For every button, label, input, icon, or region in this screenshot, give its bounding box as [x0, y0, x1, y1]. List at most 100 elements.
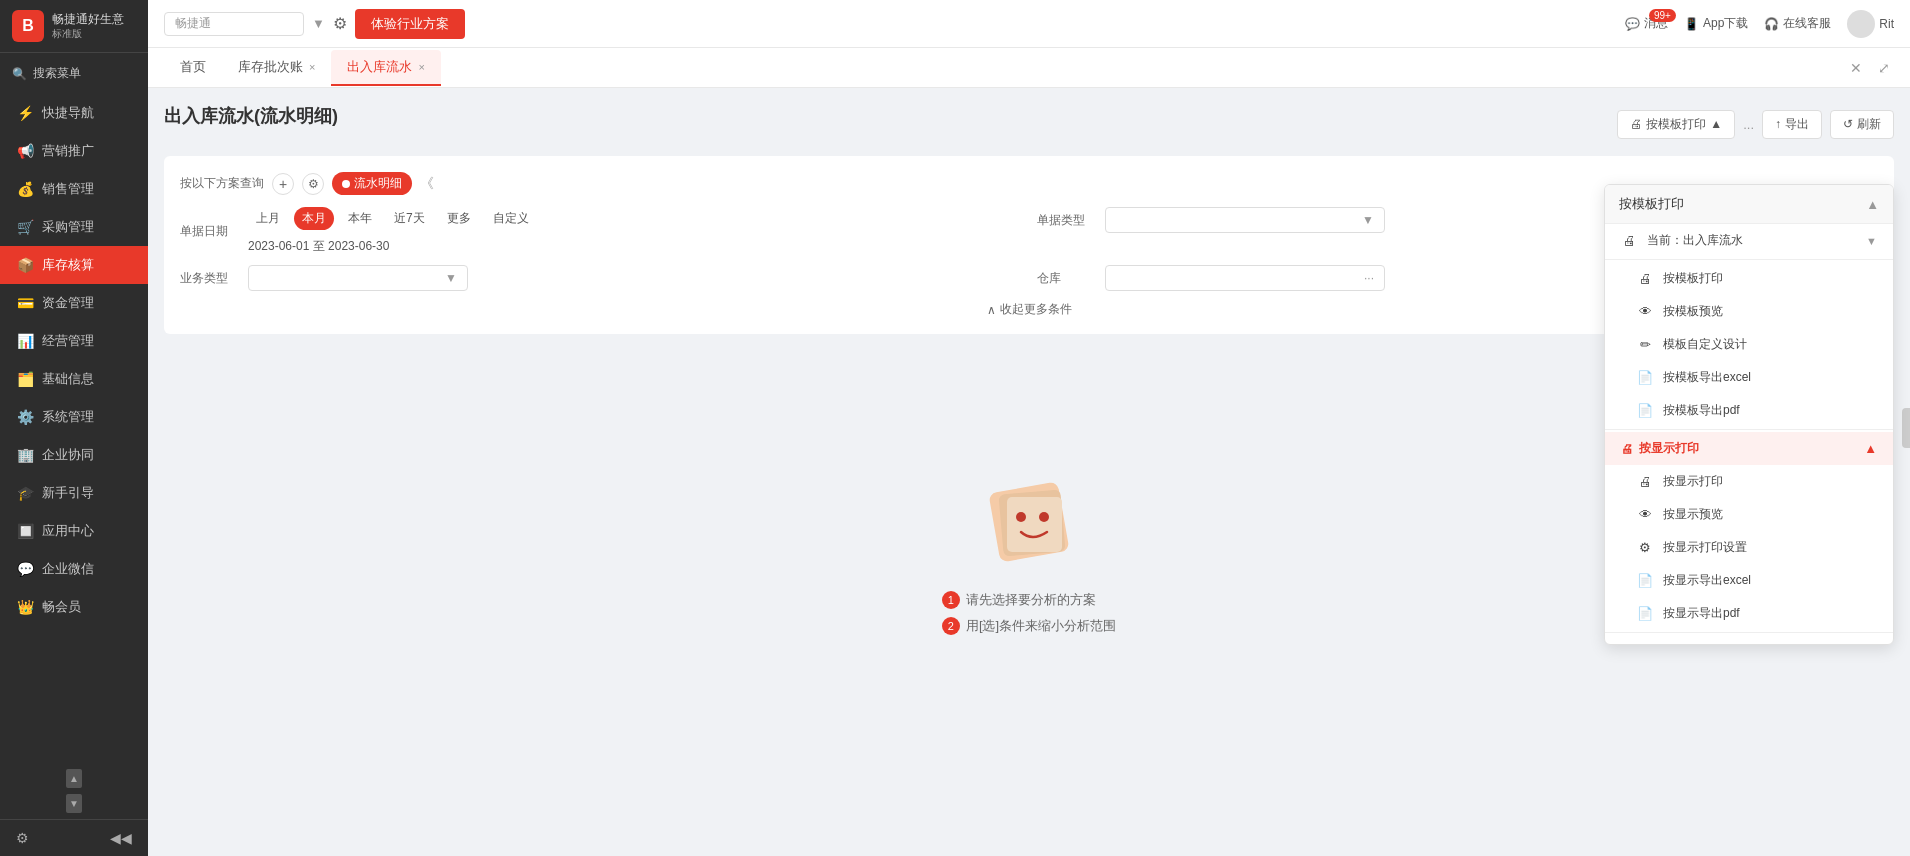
business-type-label: 业务类型: [180, 270, 240, 287]
resize-handle[interactable]: [1902, 408, 1910, 448]
filter-collapse-button[interactable]: 《: [420, 175, 434, 193]
business-type-field: 业务类型 ▼: [180, 265, 1021, 291]
warehouse-select[interactable]: ···: [1105, 265, 1385, 291]
sidebar-search-area[interactable]: 🔍 搜索菜单: [0, 53, 148, 94]
dropdown-item-display-export-pdf[interactable]: 📄 按显示导出pdf: [1605, 597, 1893, 630]
dropdown-item-display-export-excel[interactable]: 📄 按显示导出excel: [1605, 564, 1893, 597]
tab-flow[interactable]: 出入库流水 ×: [331, 50, 440, 86]
main-area: ▼ ⚙ 体验行业方案 💬 消息 99+ 📱 App下载 🎧 在线客服 Rit: [148, 0, 1910, 856]
tab-batch-close[interactable]: ×: [309, 61, 315, 73]
sidebar-item-purchase[interactable]: 🛒 采购管理: [0, 208, 148, 246]
messages-icon: 💬: [1625, 17, 1640, 31]
dropdown-item-display-print-settings[interactable]: ⚙ 按显示打印设置: [1605, 531, 1893, 564]
display-print-label: 按显示打印: [1663, 473, 1877, 490]
dropdown-header: 按模板打印 ▲: [1605, 185, 1893, 224]
shortcut-icon: ⚡: [16, 104, 34, 122]
template-preview-icon: 👁: [1637, 304, 1653, 320]
display-section-arrow[interactable]: ▲: [1864, 441, 1877, 456]
tab-flow-label: 出入库流水: [347, 58, 412, 76]
company-dropdown-arrow[interactable]: ▼: [312, 16, 325, 31]
topbar-settings-icon[interactable]: ⚙: [333, 14, 347, 33]
dropdown-item-template-print[interactable]: 🖨 按模板打印: [1605, 262, 1893, 295]
app-logo-icon: B: [12, 10, 44, 42]
tab-batch[interactable]: 库存批次账 ×: [222, 50, 331, 86]
sidebar-item-enterprise[interactable]: 🏢 企业协同: [0, 436, 148, 474]
template-export-pdf-label: 按模板导出pdf: [1663, 402, 1877, 419]
dropdown-item-display-preview[interactable]: 👁 按显示预览: [1605, 498, 1893, 531]
hint1-num: 1: [942, 591, 960, 609]
export-button[interactable]: ↑ 导出: [1762, 110, 1822, 139]
app-download-icon: 📱: [1684, 17, 1699, 31]
filter-add-button[interactable]: +: [272, 173, 294, 195]
dropdown-item-template-preview[interactable]: 👁 按模板预览: [1605, 295, 1893, 328]
toolbar-more-dots[interactable]: ...: [1743, 117, 1754, 132]
dropdown-current-item[interactable]: 🖨 当前：出入库流水 ▼: [1605, 224, 1893, 257]
member-icon: 👑: [16, 598, 34, 616]
collapse-sidebar-button[interactable]: ◀◀: [110, 830, 132, 846]
search-menu-button[interactable]: 🔍 搜索菜单: [12, 61, 136, 86]
sidebar-item-shortcut[interactable]: ⚡ 快捷导航: [0, 94, 148, 132]
business-type-dropdown-icon: ▼: [445, 271, 457, 285]
sidebar-item-finance[interactable]: 💳 资金管理: [0, 284, 148, 322]
sales-icon: 💰: [16, 180, 34, 198]
template-export-excel-label: 按模板导出excel: [1663, 369, 1877, 386]
company-search-input[interactable]: [164, 12, 304, 36]
dropdown-item-template-export-excel[interactable]: 📄 按模板导出excel: [1605, 361, 1893, 394]
window-close-button[interactable]: ✕: [1846, 58, 1866, 78]
sidebar-item-sales[interactable]: 💰 销售管理: [0, 170, 148, 208]
svg-rect-2: [1007, 497, 1062, 552]
trial-button[interactable]: 体验行业方案: [355, 9, 465, 39]
sidebar-item-label: 采购管理: [42, 218, 94, 236]
sidebar-item-label: 企业协同: [42, 446, 94, 464]
current-template-arrow: ▼: [1866, 235, 1877, 247]
settings-button[interactable]: ⚙: [16, 830, 29, 846]
date-this-year[interactable]: 本年: [340, 207, 380, 230]
sidebar-item-marketing[interactable]: 📢 营销推广: [0, 132, 148, 170]
export-label: 导出: [1785, 116, 1809, 133]
messages-button[interactable]: 💬 消息 99+: [1625, 15, 1668, 32]
online-service-button[interactable]: 🎧 在线客服: [1764, 15, 1831, 32]
sidebar-item-inventory[interactable]: 📦 库存核算: [0, 246, 148, 284]
date-last7days[interactable]: 近7天: [386, 207, 433, 230]
hint2-num: 2: [942, 617, 960, 635]
dropdown-item-template-export-pdf[interactable]: 📄 按模板导出pdf: [1605, 394, 1893, 427]
sidebar-item-guide[interactable]: 🎓 新手引导: [0, 474, 148, 512]
sidebar-item-label: 经营管理: [42, 332, 94, 350]
print-button[interactable]: 🖨 按模板打印 ▲: [1617, 110, 1735, 139]
sidebar-item-operation[interactable]: 📊 经营管理: [0, 322, 148, 360]
user-menu[interactable]: Rit: [1847, 10, 1894, 38]
dropdown-collapse-arrow[interactable]: ▲: [1866, 197, 1879, 212]
sidebar-scroll-up[interactable]: ▲: [66, 769, 82, 788]
sidebar-item-label: 销售管理: [42, 180, 94, 198]
date-custom[interactable]: 自定义: [485, 207, 537, 230]
tab-home[interactable]: 首页: [164, 50, 222, 86]
business-type-select[interactable]: ▼: [248, 265, 468, 291]
sidebar-item-system[interactable]: ⚙️ 系统管理: [0, 398, 148, 436]
app-download-button[interactable]: 📱 App下载: [1684, 15, 1748, 32]
sidebar-item-basic[interactable]: 🗂️ 基础信息: [0, 360, 148, 398]
date-last-month[interactable]: 上月: [248, 207, 288, 230]
date-this-month[interactable]: 本月: [294, 207, 334, 230]
date-range-display: 2023-06-01 至 2023-06-30: [248, 238, 537, 255]
voucher-type-select[interactable]: ▼: [1105, 207, 1385, 233]
sidebar-item-apps[interactable]: 🔲 应用中心: [0, 512, 148, 550]
hint1-text: 请先选择要分析的方案: [966, 591, 1096, 609]
guide-icon: 🎓: [16, 484, 34, 502]
date-more[interactable]: 更多: [439, 207, 479, 230]
dropdown-item-default-func[interactable]: ⚙ 设置默认功能 ▼: [1605, 635, 1893, 644]
sidebar-item-member[interactable]: 👑 畅会员: [0, 588, 148, 626]
sidebar-item-label: 应用中心: [42, 522, 94, 540]
sidebar-item-label: 快捷导航: [42, 104, 94, 122]
sidebar-scroll-down[interactable]: ▼: [66, 794, 82, 813]
finance-icon: 💳: [16, 294, 34, 312]
sidebar-item-wechat[interactable]: 💬 企业微信: [0, 550, 148, 588]
tab-flow-close[interactable]: ×: [418, 61, 424, 73]
dropdown-item-display-print[interactable]: 🖨 按显示打印: [1605, 465, 1893, 498]
window-max-button[interactable]: ⤢: [1874, 58, 1894, 78]
headset-icon: 🎧: [1764, 17, 1779, 31]
refresh-button[interactable]: ↺ 刷新: [1830, 110, 1894, 139]
filter-by-label: 按以下方案查询: [180, 175, 264, 192]
search-icon: 🔍: [12, 67, 27, 81]
dropdown-item-template-custom[interactable]: ✏ 模板自定义设计: [1605, 328, 1893, 361]
filter-settings-button[interactable]: ⚙: [302, 173, 324, 195]
